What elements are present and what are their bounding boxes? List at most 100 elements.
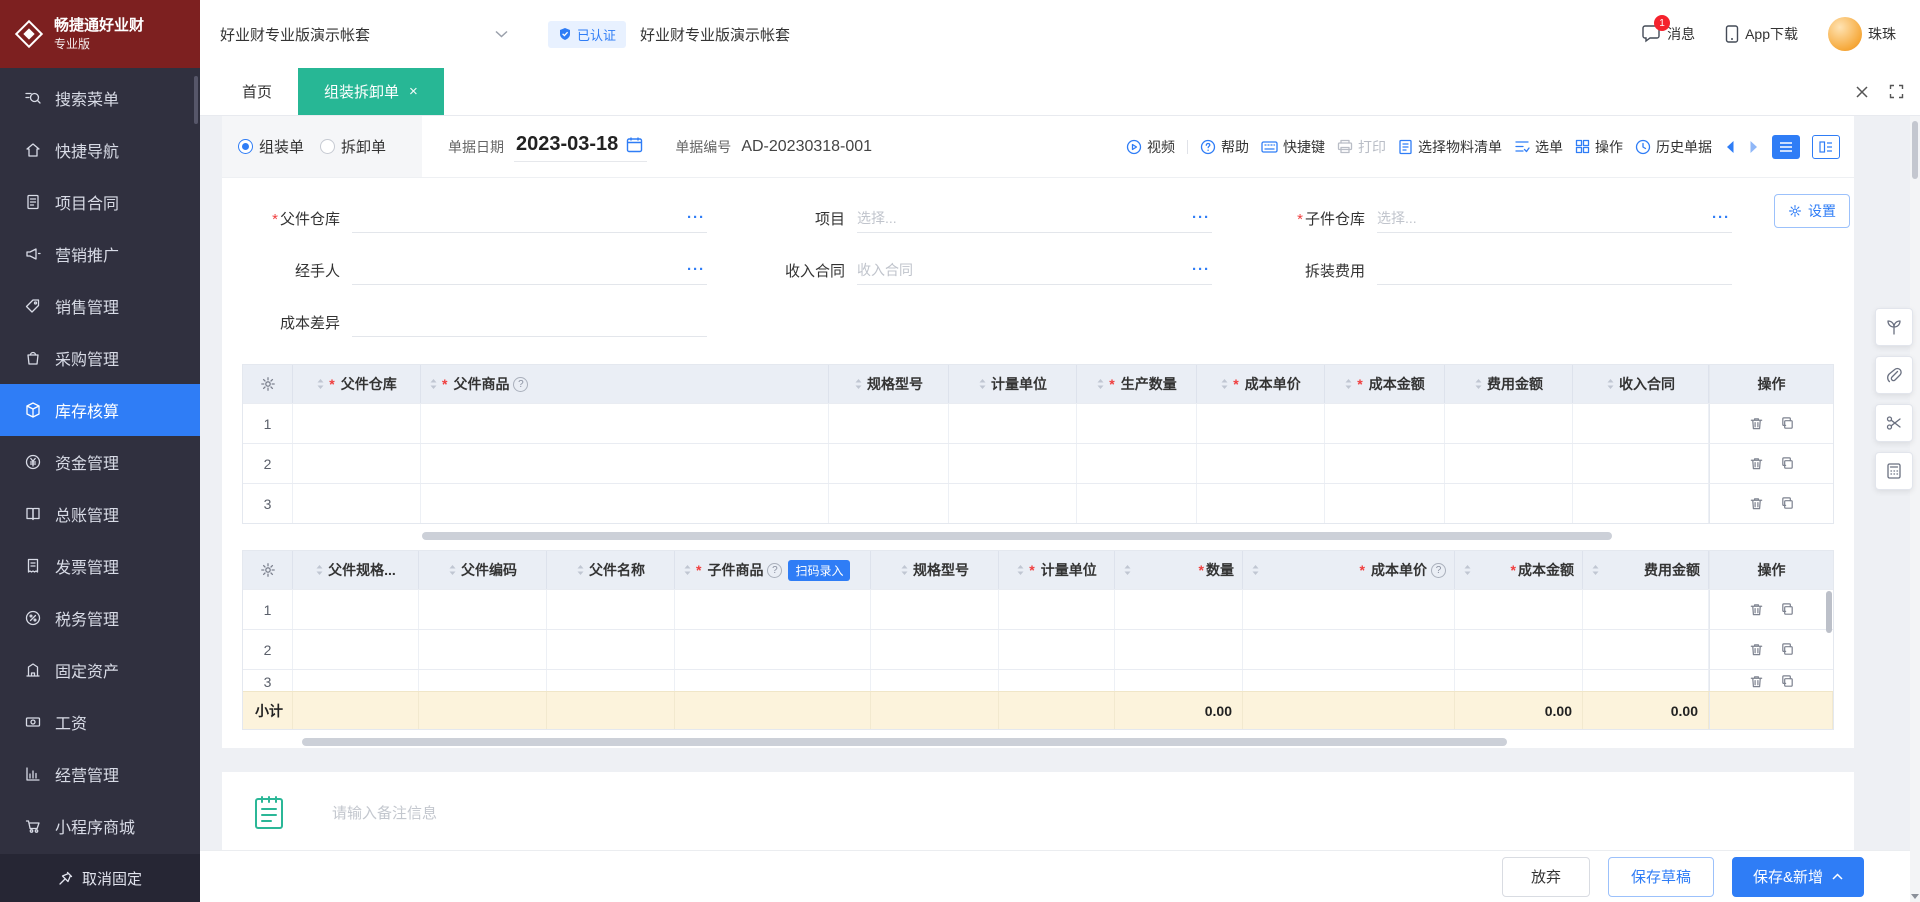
calculator-button[interactable] <box>1875 452 1913 490</box>
column-settings-button[interactable] <box>243 365 293 403</box>
vscrollbar-thumb[interactable] <box>1912 121 1918 179</box>
verified-badge[interactable]: 已认证 <box>548 20 627 48</box>
sidebar-item-quick-nav[interactable]: 快捷导航 <box>0 124 200 176</box>
table-cell[interactable] <box>1077 404 1197 443</box>
table-cell[interactable] <box>949 484 1077 523</box>
table-cell[interactable] <box>871 670 999 691</box>
radio-assemble[interactable]: 组装单 <box>238 136 304 157</box>
table-cell[interactable] <box>949 404 1077 443</box>
sidebar-item-invoices[interactable]: 发票管理 <box>0 540 200 592</box>
prev-doc-icon[interactable] <box>1724 140 1736 154</box>
hscrollbar-thumb[interactable] <box>422 532 1612 540</box>
help-icon[interactable]: ? <box>1431 562 1446 578</box>
calendar-icon[interactable] <box>626 136 643 153</box>
table-cell[interactable] <box>1115 670 1243 691</box>
column-header[interactable]: * 父件仓库 <box>293 365 421 403</box>
table-cell[interactable] <box>1583 590 1709 629</box>
print-button[interactable]: 打印 <box>1337 137 1386 157</box>
copy-row-icon[interactable] <box>1780 642 1795 657</box>
table-cell[interactable] <box>1455 630 1583 669</box>
window-vscrollbar[interactable] <box>1910 116 1920 902</box>
copy-row-icon[interactable] <box>1780 674 1795 689</box>
table-cell[interactable] <box>999 670 1115 691</box>
video-button[interactable]: 视频 <box>1126 137 1175 157</box>
delete-row-icon[interactable] <box>1749 602 1764 617</box>
scroll-down-icon[interactable] <box>1911 894 1919 899</box>
table-cell[interactable] <box>293 630 419 669</box>
next-doc-icon[interactable] <box>1748 140 1760 154</box>
tab-home[interactable]: 首页 <box>216 68 298 115</box>
column-header[interactable]: 费用金额 <box>1445 365 1573 403</box>
table-cell[interactable] <box>871 590 999 629</box>
screenshot-button[interactable] <box>1875 404 1913 442</box>
select-doc-button[interactable]: 选单 <box>1514 137 1563 157</box>
table-cell[interactable] <box>1445 404 1573 443</box>
assistant-button[interactable] <box>1875 308 1913 346</box>
table-cell[interactable] <box>1325 484 1445 523</box>
sidebar-item-purchasing[interactable]: 采购管理 <box>0 332 200 384</box>
radio-disassemble[interactable]: 拆卸单 <box>320 136 386 157</box>
table-cell[interactable] <box>293 670 419 691</box>
sidebar-item-search-menu[interactable]: 搜索菜单 <box>0 72 200 124</box>
sidebar-item-miniapp-mall[interactable]: 小程序商城 <box>0 800 200 852</box>
doc-date-value[interactable]: 2023-03-18 <box>514 131 648 162</box>
column-header[interactable]: * 成本单价? <box>1243 551 1455 589</box>
account-set-select[interactable]: 好业财专业版演示帐套 <box>214 16 514 53</box>
tab-assembly-disassembly[interactable]: 组装拆卸单 × <box>298 68 444 115</box>
table-cell[interactable] <box>547 630 675 669</box>
table-cell[interactable] <box>675 630 871 669</box>
sidebar-item-general-ledger[interactable]: 总账管理 <box>0 488 200 540</box>
table-cell[interactable] <box>293 484 421 523</box>
table-cell[interactable] <box>421 404 829 443</box>
help-icon[interactable]: ? <box>767 562 783 578</box>
doc-number-value[interactable]: AD-20230318-001 <box>741 138 872 156</box>
table-cell[interactable] <box>675 670 871 691</box>
table-cell[interactable] <box>293 404 421 443</box>
column-header[interactable]: 收入合同 <box>1573 365 1709 403</box>
column-header[interactable]: * 子件商品? 扫码录入 <box>675 551 871 589</box>
column-header[interactable]: * 数量 <box>1115 551 1243 589</box>
table-cell[interactable] <box>1243 590 1455 629</box>
scan-entry-button[interactable]: 扫码录入 <box>788 559 851 581</box>
hscrollbar-thumb[interactable] <box>302 738 1507 746</box>
sidebar-item-marketing[interactable]: 营销推广 <box>0 228 200 280</box>
parent-warehouse-input[interactable] <box>352 209 685 226</box>
column-header[interactable]: 规格型号 <box>871 551 999 589</box>
table-cell[interactable] <box>871 630 999 669</box>
table-cell[interactable] <box>1445 484 1573 523</box>
discard-button[interactable]: 放弃 <box>1501 856 1590 897</box>
table-cell[interactable] <box>1197 404 1325 443</box>
column-header[interactable]: * 成本金额 <box>1455 551 1583 589</box>
copy-row-icon[interactable] <box>1780 456 1795 471</box>
column-header[interactable]: 父件编码 <box>419 551 547 589</box>
sidebar-item-business-mgmt[interactable]: 经营管理 <box>0 748 200 800</box>
table-cell[interactable] <box>999 630 1115 669</box>
table-cell[interactable] <box>1197 444 1325 483</box>
copy-row-icon[interactable] <box>1780 602 1795 617</box>
table-cell[interactable] <box>1077 444 1197 483</box>
table-cell[interactable] <box>1573 484 1709 523</box>
ellipsis-picker-icon[interactable]: ··· <box>1190 262 1212 277</box>
table-cell[interactable] <box>999 590 1115 629</box>
table-cell[interactable] <box>1115 590 1243 629</box>
delete-row-icon[interactable] <box>1749 642 1764 657</box>
sidebar-scrollbar[interactable] <box>194 76 198 124</box>
column-header[interactable]: * 父件商品? <box>421 365 829 403</box>
sidebar-item-project-contract[interactable]: 项目合同 <box>0 176 200 228</box>
attachment-button[interactable] <box>1875 356 1913 394</box>
table-cell[interactable] <box>1583 630 1709 669</box>
child-warehouse-input[interactable] <box>1377 209 1710 226</box>
table-cell[interactable] <box>293 590 419 629</box>
save-draft-button[interactable]: 保存草稿 <box>1607 856 1714 897</box>
table-cell[interactable] <box>1115 630 1243 669</box>
table-cell[interactable] <box>1583 670 1709 691</box>
help-icon[interactable]: ? <box>513 376 529 392</box>
handler-input[interactable] <box>352 261 685 278</box>
table-cell[interactable] <box>1573 404 1709 443</box>
sidebar-item-fixed-assets[interactable]: 固定资产 <box>0 644 200 696</box>
column-header[interactable]: 父件名称 <box>547 551 675 589</box>
ellipsis-picker-icon[interactable]: ··· <box>1190 210 1212 225</box>
table-cell[interactable] <box>421 484 829 523</box>
sidebar-item-sales[interactable]: 销售管理 <box>0 280 200 332</box>
table-cell[interactable] <box>675 590 871 629</box>
